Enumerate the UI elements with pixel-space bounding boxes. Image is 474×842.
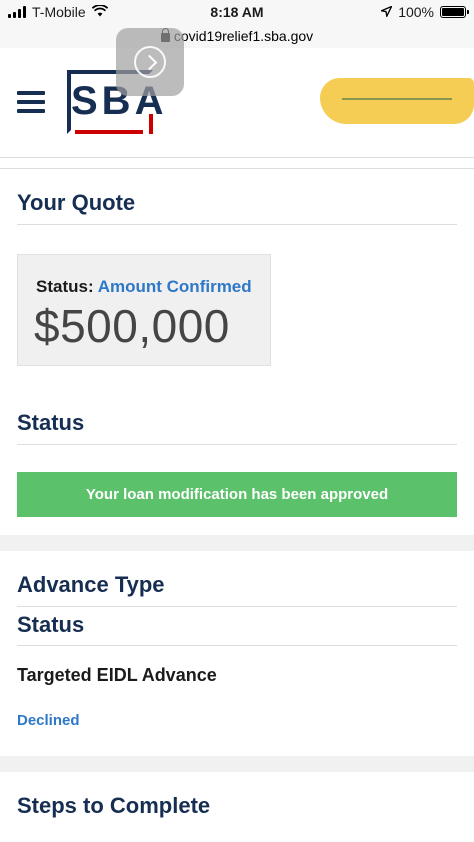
location-arrow-icon — [379, 4, 394, 20]
status-divider — [17, 444, 457, 445]
url-text: covid19relief1.sba.gov — [173, 28, 314, 44]
advance-result: Declined — [17, 712, 80, 729]
quote-amount: $500,000 — [34, 300, 230, 352]
section-separator — [0, 535, 474, 551]
battery-percent: 100% — [398, 4, 434, 20]
approval-banner: Your loan modification has been approved — [17, 472, 457, 517]
advance-type-value: Targeted EIDL Advance — [17, 665, 217, 685]
advance-type-divider — [17, 606, 457, 607]
status-heading: Status — [17, 410, 85, 435]
header-divider — [0, 168, 474, 169]
steps-heading: Steps to Complete — [17, 793, 211, 818]
status-indicators: 100% — [379, 4, 469, 20]
quote-heading: Your Quote — [17, 190, 136, 215]
site-header: SBA — [0, 28, 474, 158]
quote-status-label: Status: — [36, 277, 94, 296]
logo-frame-red-bar — [75, 130, 143, 134]
menu-icon[interactable] — [17, 91, 45, 113]
chevron-right-icon — [134, 46, 166, 78]
quote-divider — [17, 224, 457, 225]
quote-status-value: Amount Confirmed — [97, 277, 252, 296]
battery-icon — [440, 6, 469, 18]
advance-status-divider — [17, 645, 457, 646]
advance-status-heading: Status — [17, 612, 85, 637]
quote-card: Status: Amount Confirmed $500,000 — [17, 254, 271, 366]
address-bar[interactable]: covid19relief1.sba.gov — [0, 24, 474, 48]
advance-type-heading: Advance Type — [17, 572, 165, 597]
status-bar: T-Mobile 8:18 AM 100% — [0, 0, 474, 24]
forward-navigation-overlay[interactable] — [116, 28, 184, 96]
quote-status-line: Status: Amount Confirmed — [36, 277, 252, 297]
section-separator-2 — [0, 756, 474, 772]
redacted-area — [320, 78, 474, 124]
